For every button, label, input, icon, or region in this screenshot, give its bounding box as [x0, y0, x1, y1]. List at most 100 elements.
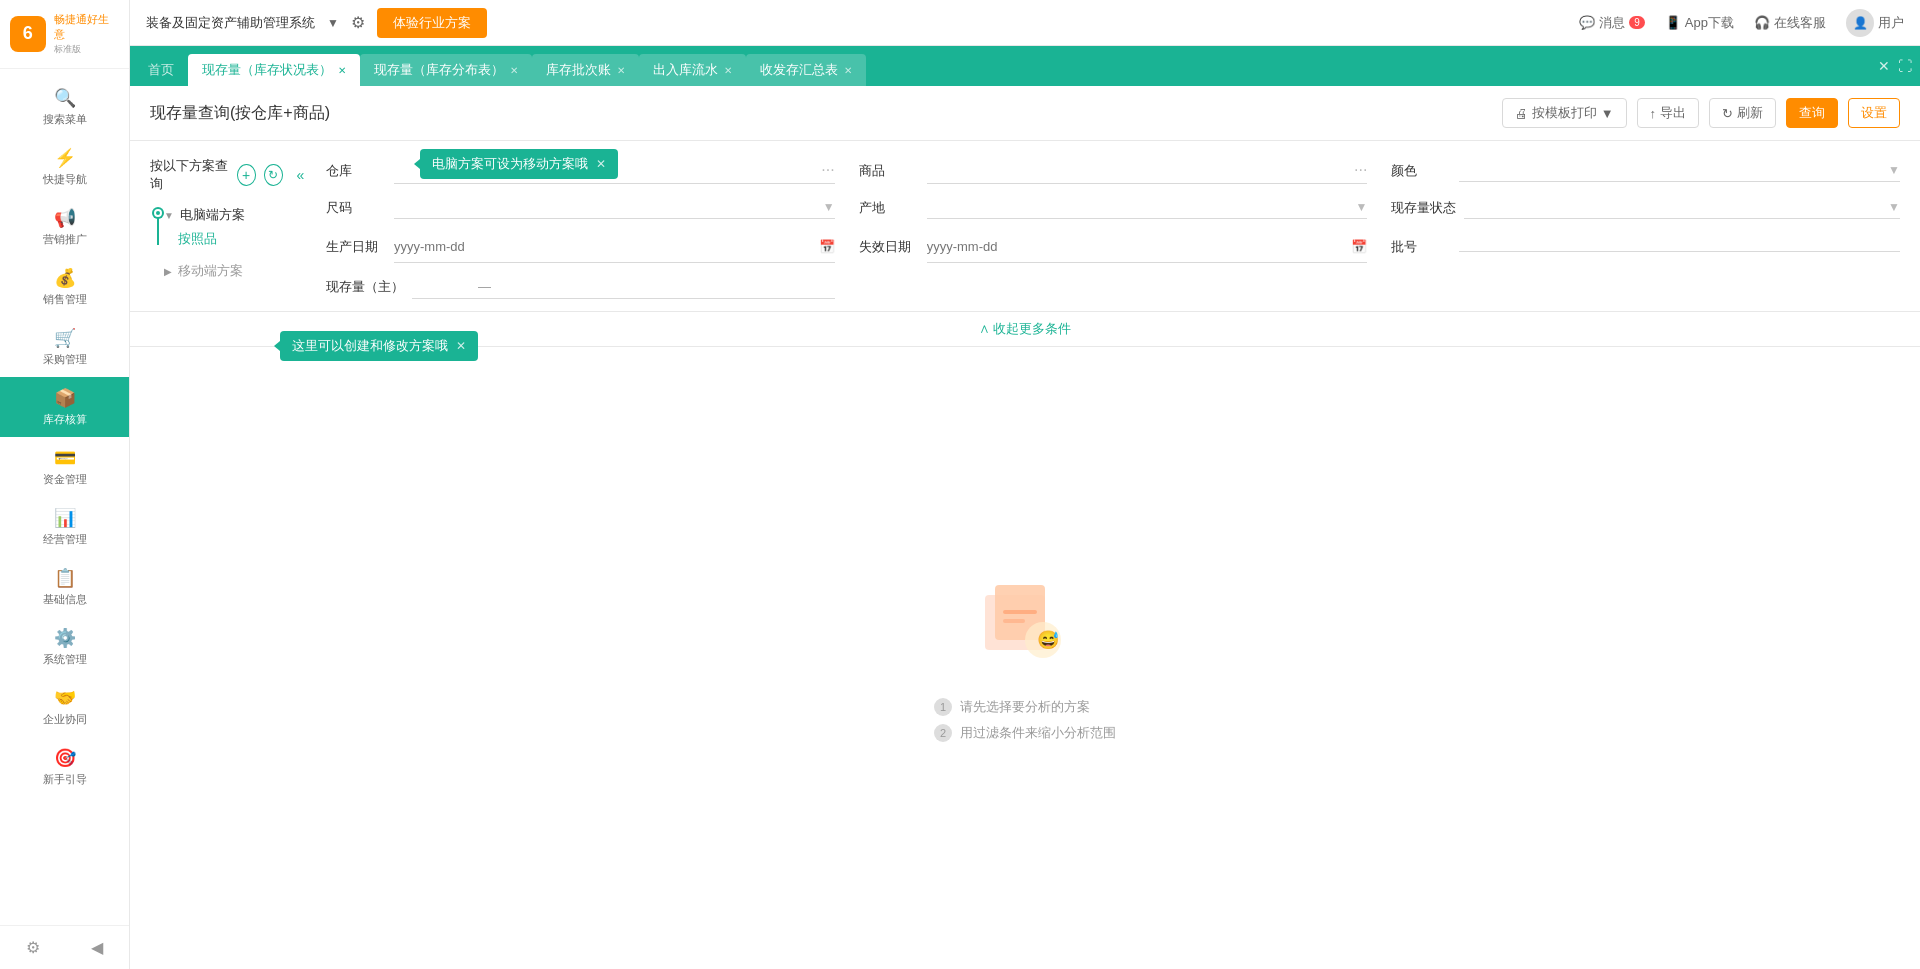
- warehouse-dots[interactable]: ···: [821, 161, 834, 179]
- close-tab-collect-send[interactable]: ✕: [844, 65, 852, 76]
- sidebar-item-guide[interactable]: 🎯 新手引导: [0, 737, 129, 797]
- stock-main-from[interactable]: [412, 279, 472, 294]
- collapse-sidebar-btn[interactable]: ◀: [91, 938, 103, 957]
- empty-step-1: 1 请先选择要分析的方案: [934, 698, 1116, 716]
- stock-main-to[interactable]: [497, 279, 557, 294]
- desktop-scheme-item[interactable]: ▼ 电脑端方案: [164, 203, 310, 227]
- stock-main-filter: 现存量（主） —: [326, 275, 835, 299]
- settings-footer-btn[interactable]: ⚙: [26, 938, 40, 957]
- color-filter: 颜色 ▼: [1391, 157, 1900, 184]
- export-button[interactable]: ↑ 导出: [1637, 98, 1700, 128]
- color-dropdown-icon[interactable]: ▼: [1888, 163, 1900, 177]
- filter-refresh-button[interactable]: ↻: [264, 164, 283, 186]
- tooltip-desktop: 电脑方案可设为移动方案哦 ✕: [420, 149, 618, 179]
- close-tooltip-edit[interactable]: ✕: [456, 339, 466, 353]
- filter-header: 按以下方案查询 + ↻ «: [150, 157, 310, 193]
- production-date-calendar-icon[interactable]: 📅: [819, 239, 835, 254]
- stock-status-dropdown-icon[interactable]: ▼: [1888, 200, 1900, 214]
- desktop-expand-icon: ▼: [164, 210, 174, 221]
- close-tab-inventory-dist[interactable]: ✕: [510, 65, 518, 76]
- page-header: 现存量查询(按仓库+商品) 🖨 按模板打印 ▼ ↑ 导出 ↻ 刷新: [130, 86, 1920, 141]
- sidebar-item-marketing[interactable]: 📢 营销推广: [0, 197, 129, 257]
- logo-text: 畅捷通好生意 标准版: [54, 12, 119, 56]
- svg-rect-2: [1003, 610, 1037, 614]
- empty-step-2: 2 用过滤条件来缩小分析范围: [934, 724, 1116, 742]
- goods-filter: 商品 ···: [859, 157, 1368, 184]
- main-content: 装备及固定资产辅助管理系统 ▼ ⚙ 体验行业方案 💬 消息 9 📱 App下载 …: [130, 0, 1920, 969]
- print-button[interactable]: 🖨 按模板打印 ▼: [1502, 98, 1627, 128]
- expiry-date-start[interactable]: [927, 235, 1348, 258]
- refresh-button[interactable]: ↻ 刷新: [1709, 98, 1776, 128]
- print-dropdown-icon: ▼: [1601, 106, 1614, 121]
- filter-tree: ▼ 电脑端方案 按照品 ▶: [164, 203, 310, 280]
- maximize-icon[interactable]: ⛶: [1898, 58, 1912, 74]
- tab-inventory-dist[interactable]: 现存量（库存分布表） ✕: [360, 54, 532, 86]
- close-tab-batch-ledger[interactable]: ✕: [617, 65, 625, 76]
- expiry-date-calendar-icon[interactable]: 📅: [1351, 239, 1367, 254]
- system-name: 装备及固定资产辅助管理系统: [146, 14, 315, 32]
- sidebar-item-quick[interactable]: ⚡ 快捷导航: [0, 137, 129, 197]
- tab-inventory-status[interactable]: 现存量（库存状况表） ✕: [188, 54, 360, 86]
- page-content: 现存量查询(按仓库+商品) 🖨 按模板打印 ▼ ↑ 导出 ↻ 刷新: [130, 86, 1920, 969]
- experience-button[interactable]: 体验行业方案: [377, 8, 487, 38]
- sidebar-item-operations[interactable]: 📊 经营管理: [0, 497, 129, 557]
- system-dropdown[interactable]: ▼: [327, 16, 339, 30]
- sidebar-item-system[interactable]: ⚙️ 系统管理: [0, 617, 129, 677]
- tab-end-controls: ✕ ⛶: [1878, 58, 1916, 74]
- production-date-filter: 生产日期 📅: [326, 231, 835, 263]
- guide-icon: 🎯: [54, 747, 76, 769]
- sidebar-item-sales[interactable]: 💰 销售管理: [0, 257, 129, 317]
- user-action[interactable]: 👤 用户: [1846, 9, 1904, 37]
- page-title: 现存量查询(按仓库+商品): [150, 103, 330, 124]
- sales-icon: 💰: [54, 267, 76, 289]
- inventory-icon: 📦: [54, 387, 76, 409]
- sidebar-item-enterprise[interactable]: 🤝 企业协同: [0, 677, 129, 737]
- sidebar-item-search[interactable]: 🔍 搜索菜单: [0, 77, 129, 137]
- production-date-start[interactable]: [394, 235, 815, 258]
- tab-batch-ledger[interactable]: 库存批次账 ✕: [532, 54, 639, 86]
- sidebar-nav: 🔍 搜索菜单 ⚡ 快捷导航 📢 营销推广 💰 销售管理 🛒 采购管理 📦: [0, 69, 129, 925]
- basic-icon: 📋: [54, 567, 76, 589]
- app-download-action[interactable]: 📱 App下载: [1665, 14, 1734, 32]
- enterprise-icon: 🤝: [54, 687, 76, 709]
- close-tab-inventory-status[interactable]: ✕: [338, 65, 346, 76]
- filter-back-button[interactable]: «: [291, 164, 310, 186]
- page-actions: 🖨 按模板打印 ▼ ↑ 导出 ↻ 刷新 查询: [1502, 98, 1900, 128]
- settings-gear-icon[interactable]: ⚙: [351, 13, 365, 32]
- mobile-scheme-item[interactable]: ▶ 移动端方案: [164, 259, 310, 280]
- stock-main-separator: —: [478, 279, 491, 294]
- logo-icon: 6: [10, 16, 46, 52]
- goods-dots[interactable]: ···: [1354, 161, 1367, 179]
- sidebar-item-finance[interactable]: 💳 资金管理: [0, 437, 129, 497]
- tab-collect-send[interactable]: 收发存汇总表 ✕: [746, 54, 866, 86]
- expiry-date-filter: 失效日期 📅: [859, 231, 1368, 263]
- online-support-action[interactable]: 🎧 在线客服: [1754, 14, 1826, 32]
- scheme-by-product-item[interactable]: 按照品: [178, 227, 310, 251]
- filter-add-button[interactable]: +: [237, 164, 256, 186]
- message-icon: 💬: [1579, 15, 1595, 30]
- close-all-tabs-icon[interactable]: ✕: [1878, 58, 1890, 74]
- origin-dropdown-icon[interactable]: ▼: [1355, 200, 1367, 214]
- sidebar-item-basic[interactable]: 📋 基础信息: [0, 557, 129, 617]
- phone-icon: 📱: [1665, 15, 1681, 30]
- operations-icon: 📊: [54, 507, 76, 529]
- close-tooltip-desktop[interactable]: ✕: [596, 157, 606, 171]
- tab-home[interactable]: 首页: [134, 54, 188, 86]
- export-icon: ↑: [1650, 106, 1657, 121]
- svg-text:😅: 😅: [1037, 629, 1060, 651]
- tab-in-out-flow[interactable]: 出入库流水 ✕: [639, 54, 746, 86]
- query-button[interactable]: 查询: [1786, 98, 1838, 128]
- sidebar-item-purchase[interactable]: 🛒 采购管理: [0, 317, 129, 377]
- tooltip-edit: 这里可以创建和修改方案哦 ✕: [280, 331, 478, 361]
- top-header: 装备及固定资产辅助管理系统 ▼ ⚙ 体验行业方案 💬 消息 9 📱 App下载 …: [130, 0, 1920, 46]
- header-right: 💬 消息 9 📱 App下载 🎧 在线客服 👤 用户: [1579, 9, 1904, 37]
- logo: 6 畅捷通好生意 标准版: [0, 0, 129, 69]
- settings-button[interactable]: 设置: [1848, 98, 1900, 128]
- messages-action[interactable]: 💬 消息 9: [1579, 14, 1645, 32]
- close-tab-in-out-flow[interactable]: ✕: [724, 65, 732, 76]
- system-icon: ⚙️: [54, 627, 76, 649]
- size-dropdown-icon[interactable]: ▼: [823, 200, 835, 214]
- size-filter: 尺码 ▼: [326, 196, 835, 219]
- sidebar-item-inventory[interactable]: 📦 库存核算: [0, 377, 129, 437]
- batch-filter: 批号: [1391, 231, 1900, 263]
